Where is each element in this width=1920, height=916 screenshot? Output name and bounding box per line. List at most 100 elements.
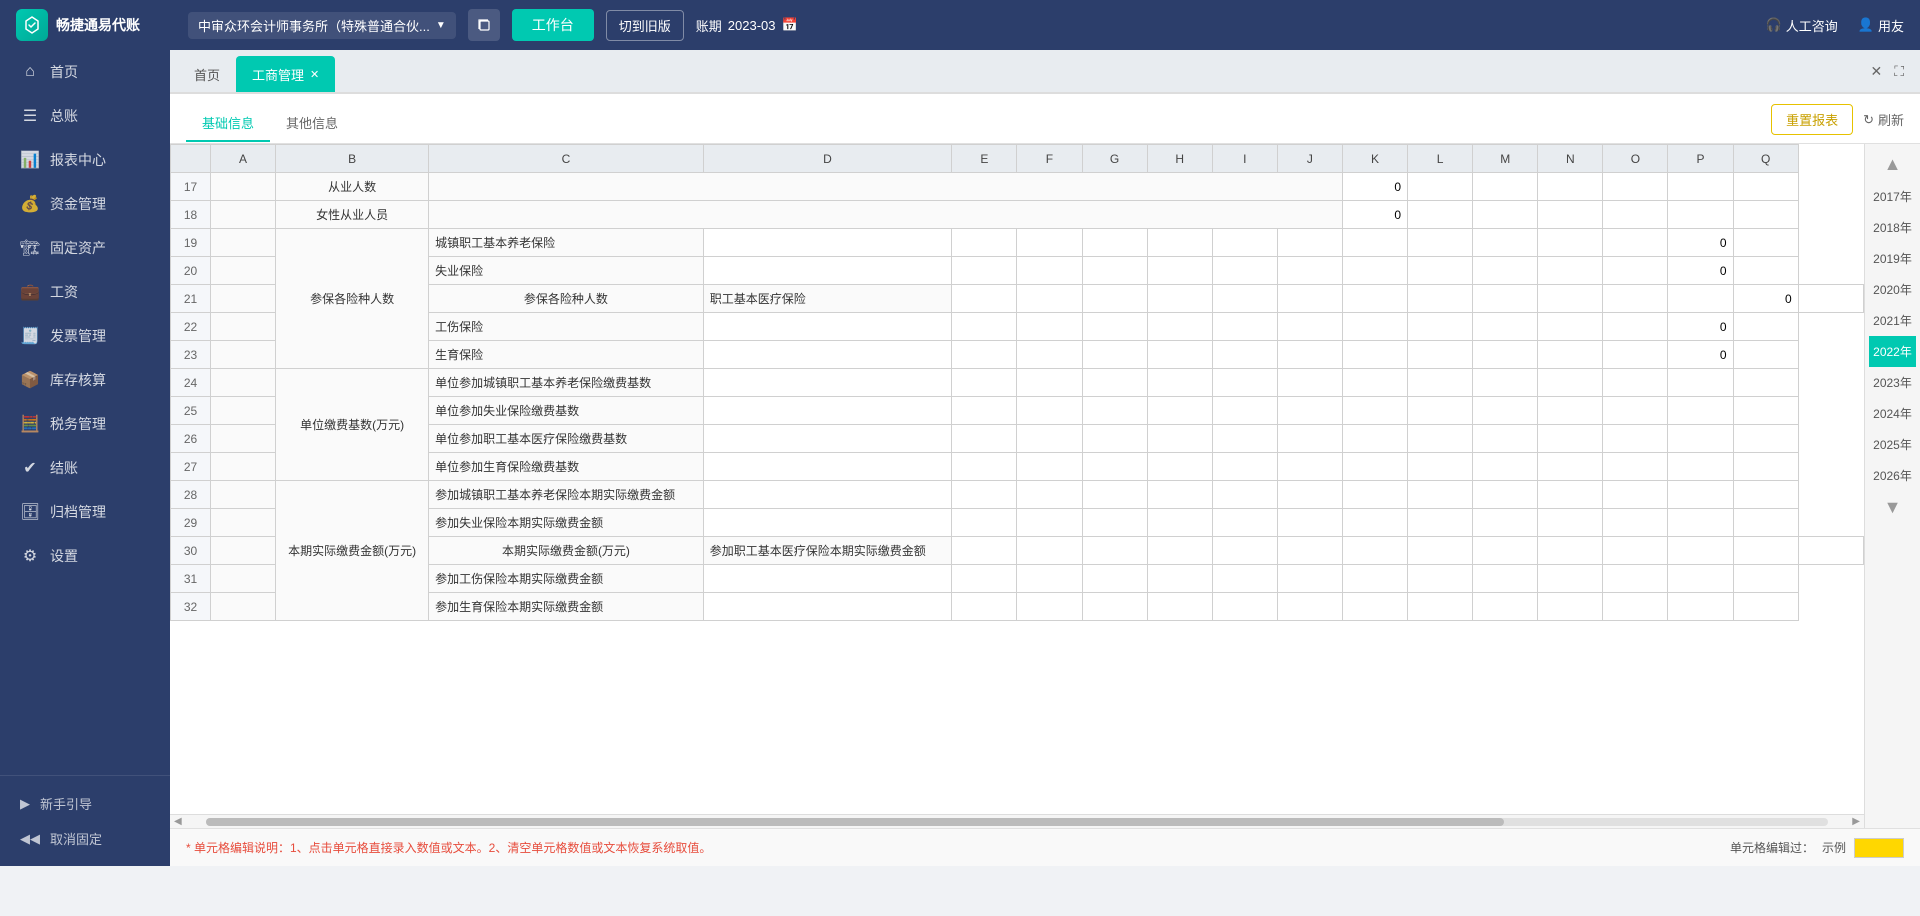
empty-cell[interactable]: [1212, 341, 1277, 369]
user-area[interactable]: 👤 用友: [1858, 16, 1904, 35]
col-p-cell[interactable]: [1668, 593, 1733, 621]
empty-cell[interactable]: [1473, 593, 1538, 621]
empty-cell[interactable]: [1408, 397, 1473, 425]
company-selector[interactable]: 中审众环会计师事务所（特殊普通合伙... ▼: [188, 12, 456, 39]
col-c-cell[interactable]: [429, 201, 1343, 229]
col-c-cell[interactable]: 单位参加职工基本医疗保险缴费基数: [429, 425, 704, 453]
empty-cell[interactable]: [1538, 509, 1603, 537]
year-item[interactable]: 2026年: [1869, 460, 1916, 491]
empty-cell[interactable]: [1473, 173, 1538, 201]
empty-cell[interactable]: [1147, 369, 1212, 397]
empty-cell[interactable]: [1538, 397, 1603, 425]
empty-cell[interactable]: [1603, 369, 1668, 397]
col-c-cell[interactable]: 职工基本医疗保险: [703, 285, 952, 313]
empty-cell[interactable]: [1603, 453, 1668, 481]
col-a-cell[interactable]: [211, 453, 276, 481]
col-c-cell[interactable]: 参加职工基本医疗保险本期实际缴费金额: [703, 537, 952, 565]
col-a-cell[interactable]: [211, 257, 276, 285]
empty-cell[interactable]: [1212, 537, 1277, 565]
empty-cell[interactable]: [952, 229, 1017, 257]
empty-cell[interactable]: [1212, 369, 1277, 397]
ai-consult[interactable]: 🎧 人工咨询: [1766, 16, 1838, 35]
sidebar-item-capital[interactable]: 💰 资金管理: [0, 182, 170, 226]
empty-cell[interactable]: [703, 313, 952, 341]
empty-cell[interactable]: [1147, 537, 1212, 565]
empty-cell[interactable]: [1017, 481, 1082, 509]
empty-cell[interactable]: [1408, 565, 1473, 593]
empty-cell[interactable]: [1277, 341, 1342, 369]
empty-cell[interactable]: [1277, 509, 1342, 537]
empty-cell[interactable]: [1147, 425, 1212, 453]
empty-cell[interactable]: [1408, 341, 1473, 369]
col-p-cell[interactable]: [1668, 509, 1733, 537]
empty-cell[interactable]: [1277, 313, 1342, 341]
sidebar-item-tax[interactable]: 🧮 税务管理: [0, 402, 170, 446]
col-k-cell[interactable]: [1342, 425, 1407, 453]
empty-cell[interactable]: [1473, 565, 1538, 593]
empty-cell[interactable]: [952, 313, 1017, 341]
empty-cell[interactable]: [1017, 453, 1082, 481]
col-q-cell[interactable]: [1733, 509, 1798, 537]
empty-cell[interactable]: [1147, 285, 1212, 313]
year-item[interactable]: 2018年: [1869, 212, 1916, 243]
sidebar-item-home[interactable]: ⌂ 首页: [0, 50, 170, 94]
col-a-cell[interactable]: [211, 201, 276, 229]
empty-cell[interactable]: [1017, 397, 1082, 425]
col-k-cell[interactable]: [1342, 453, 1407, 481]
empty-cell[interactable]: [1603, 481, 1668, 509]
empty-cell[interactable]: [703, 369, 952, 397]
empty-cell[interactable]: [1473, 453, 1538, 481]
empty-cell[interactable]: [1017, 369, 1082, 397]
col-k-cell[interactable]: 0: [1342, 173, 1407, 201]
empty-cell[interactable]: [952, 285, 1017, 313]
col-k-cell[interactable]: 0: [1342, 201, 1407, 229]
empty-cell[interactable]: [1017, 593, 1082, 621]
empty-cell[interactable]: [1082, 509, 1147, 537]
col-a-cell[interactable]: [211, 397, 276, 425]
empty-cell[interactable]: [1082, 453, 1147, 481]
empty-cell[interactable]: [952, 537, 1017, 565]
col-a-cell[interactable]: [211, 229, 276, 257]
empty-cell[interactable]: [1017, 425, 1082, 453]
empty-cell[interactable]: [1147, 313, 1212, 341]
empty-cell[interactable]: [1082, 397, 1147, 425]
empty-cell[interactable]: [1212, 509, 1277, 537]
sidebar-item-archive[interactable]: 🗄 归档管理: [0, 490, 170, 534]
col-p-cell[interactable]: [1668, 481, 1733, 509]
empty-cell[interactable]: [1277, 537, 1342, 565]
empty-cell[interactable]: [1147, 257, 1212, 285]
empty-cell[interactable]: [1603, 341, 1668, 369]
empty-cell[interactable]: [703, 481, 952, 509]
tab-business[interactable]: 工商管理 ✕: [236, 56, 335, 92]
reset-report-button[interactable]: 重置报表: [1771, 104, 1853, 135]
empty-cell[interactable]: [1603, 509, 1668, 537]
h-scroll-left-icon[interactable]: ◀: [170, 816, 186, 827]
empty-cell[interactable]: [1473, 285, 1538, 313]
empty-cell[interactable]: [1277, 425, 1342, 453]
empty-cell[interactable]: [1538, 537, 1603, 565]
col-c-cell[interactable]: 城镇职工基本养老保险: [429, 229, 704, 257]
empty-cell[interactable]: [703, 341, 952, 369]
empty-cell[interactable]: [1277, 257, 1342, 285]
col-q-cell[interactable]: [1733, 369, 1798, 397]
col-p-cell[interactable]: 0: [1668, 341, 1733, 369]
empty-cell[interactable]: [1408, 173, 1473, 201]
col-k-cell[interactable]: [1342, 593, 1407, 621]
empty-cell[interactable]: [1473, 425, 1538, 453]
col-c-cell[interactable]: 参加城镇职工基本养老保险本期实际缴费金额: [429, 481, 704, 509]
col-c-cell[interactable]: 失业保险: [429, 257, 704, 285]
col-p-cell[interactable]: [1668, 173, 1733, 201]
empty-cell[interactable]: [703, 397, 952, 425]
col-p-cell[interactable]: [1668, 369, 1733, 397]
empty-cell[interactable]: [1082, 229, 1147, 257]
empty-cell[interactable]: [1147, 481, 1212, 509]
col-a-cell[interactable]: [211, 509, 276, 537]
col-k-cell[interactable]: [1342, 481, 1407, 509]
empty-cell[interactable]: [1473, 257, 1538, 285]
sub-tab-other-info[interactable]: 其他信息: [270, 105, 354, 142]
sub-tab-basic-info[interactable]: 基础信息: [186, 105, 270, 142]
empty-cell[interactable]: [1082, 537, 1147, 565]
h-scroll-track[interactable]: [206, 818, 1829, 826]
col-p-cell[interactable]: 0: [1668, 257, 1733, 285]
empty-cell[interactable]: [1603, 425, 1668, 453]
